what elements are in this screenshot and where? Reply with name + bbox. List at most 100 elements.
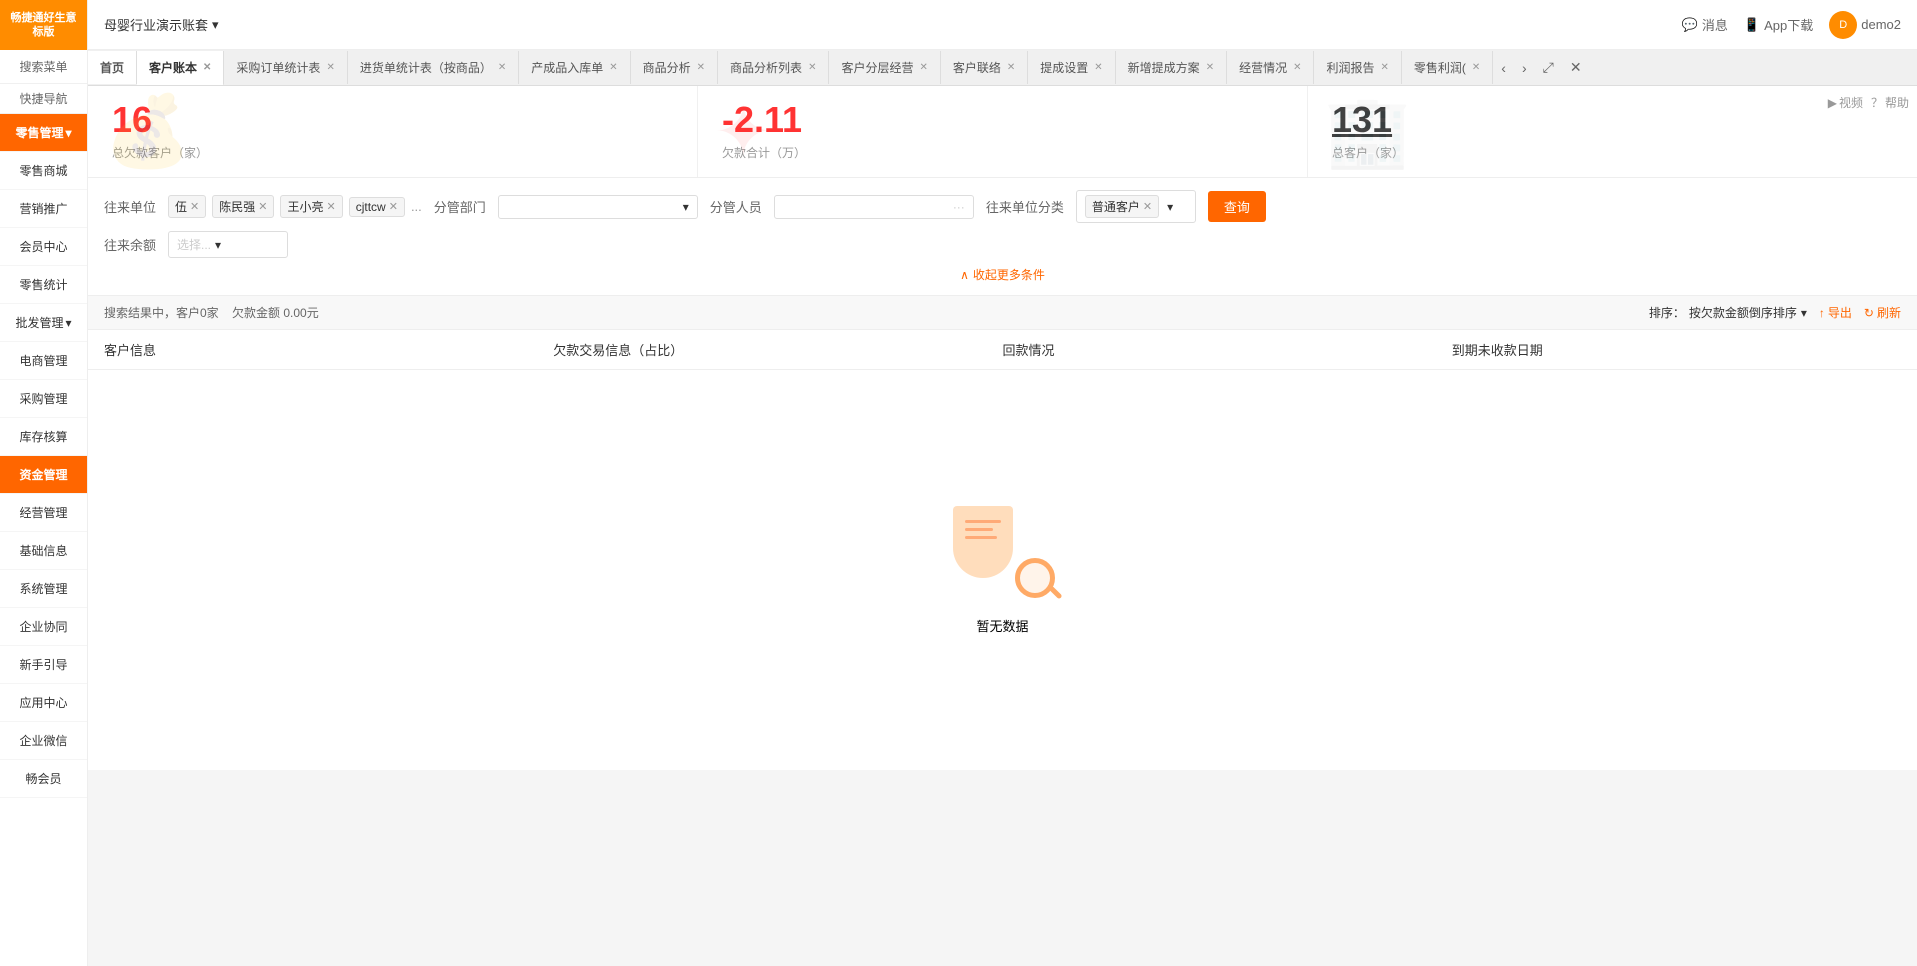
tab-instock[interactable]: 进货单统计表（按商品） ✕: [348, 51, 519, 84]
tab-cost-label: 产成品入库单: [531, 59, 603, 76]
sidebar-item-retail-mall[interactable]: 零售商城: [0, 152, 87, 190]
sidebar-item-inventory[interactable]: 库存核算: [0, 418, 87, 456]
tab-close-operations[interactable]: ✕: [1293, 62, 1301, 73]
video-btn[interactable]: ▶ 视频: [1828, 94, 1863, 111]
tab-close-product[interactable]: ✕: [697, 62, 705, 73]
filter-tag-wu[interactable]: 伍 ✕: [168, 195, 206, 218]
tab-close-instock[interactable]: ✕: [498, 62, 506, 73]
sidebar-item-member[interactable]: 会员中心: [0, 228, 87, 266]
tab-operations[interactable]: 经营情况 ✕: [1227, 51, 1314, 84]
balance-arrow: ▾: [215, 238, 221, 252]
tab-customer-mgmt[interactable]: 客户分层经营 ✕: [829, 51, 940, 84]
sidebar-item-new-guide[interactable]: 新手引导: [0, 646, 87, 684]
scroll-line-1: [965, 520, 1001, 523]
tab-promote-settings[interactable]: 提成设置 ✕: [1028, 51, 1115, 84]
tab-customer-contact[interactable]: 客户联络 ✕: [941, 51, 1028, 84]
sidebar-label-finance: 资金管理: [4, 466, 83, 483]
tab-close-contact[interactable]: ✕: [1007, 62, 1015, 73]
sidebar-item-enterprise[interactable]: 企业协同: [0, 608, 87, 646]
unit-class-select[interactable]: 普通客户 ✕ ▾: [1076, 190, 1196, 223]
collapse-button[interactable]: ∧ 收起更多条件: [104, 266, 1901, 283]
sidebar-item-retail-mgmt[interactable]: 零售管理 ▾: [0, 114, 87, 152]
sidebar-item-vip[interactable]: 畅会员: [0, 760, 87, 798]
scroll-line-3: [965, 536, 997, 539]
filter-more-tags[interactable]: ...: [411, 199, 422, 214]
filter-tag-cjttcw[interactable]: cjttcw ✕: [349, 197, 405, 217]
tab-product-list[interactable]: 商品分析列表 ✕: [718, 51, 829, 84]
balance-select[interactable]: 选择... ▾: [168, 231, 288, 258]
sidebar-item-basic-info[interactable]: 基础信息: [0, 532, 87, 570]
dept-select[interactable]: ▾: [498, 195, 698, 219]
unit-class-tag-close[interactable]: ✕: [1143, 200, 1152, 213]
query-button[interactable]: 查询: [1208, 191, 1266, 222]
sidebar-item-ecommerce[interactable]: 电商管理: [0, 342, 87, 380]
tab-expand-btn[interactable]: ⤢: [1535, 55, 1562, 80]
sidebar-item-purchase[interactable]: 采购管理: [0, 380, 87, 418]
result-count: 搜索结果中，客户0家: [104, 306, 219, 320]
stat-bg-icon-2: ✦: [714, 91, 773, 173]
tab-retail-profit[interactable]: 零售利润( ✕: [1402, 51, 1493, 84]
table-header: 客户信息 欠款交易信息（占比） 回款情况 到期未收款日期: [88, 330, 1917, 370]
tab-cost-instock[interactable]: 产成品入库单 ✕: [519, 51, 630, 84]
tab-prev-btn[interactable]: ‹: [1493, 56, 1514, 80]
tab-close-promote[interactable]: ✕: [1094, 62, 1102, 73]
tab-product-analysis[interactable]: 商品分析 ✕: [631, 51, 718, 84]
collapse-icon: ∧: [960, 268, 969, 282]
messages-btn[interactable]: 💬 消息: [1682, 15, 1728, 34]
help-btn[interactable]: ？ 帮助: [1871, 94, 1909, 111]
refresh-button[interactable]: ↻ 刷新: [1864, 304, 1901, 321]
tab-close-new-promote[interactable]: ✕: [1206, 62, 1214, 73]
tab-close-purchase[interactable]: ✕: [326, 62, 334, 73]
sort-arrow-icon: ▾: [1801, 306, 1807, 320]
tab-close-customer[interactable]: ✕: [919, 62, 927, 73]
tag-label-wu: 伍: [175, 198, 187, 215]
sidebar-item-system[interactable]: 系统管理: [0, 570, 87, 608]
sidebar-item-marketing[interactable]: 营销推广: [0, 190, 87, 228]
sidebar-item-operations[interactable]: 经营管理: [0, 494, 87, 532]
user-profile[interactable]: D demo2: [1829, 11, 1901, 39]
tab-new-promote[interactable]: 新增提成方案 ✕: [1116, 51, 1227, 84]
refresh-label: 刷新: [1877, 304, 1901, 321]
account-dropdown[interactable]: 母婴行业演示账套 ▾: [104, 15, 219, 34]
export-button[interactable]: ↑ 导出: [1819, 304, 1852, 321]
sidebar-item-retail-stats[interactable]: 零售统计: [0, 266, 87, 304]
tab-next-btn[interactable]: ›: [1514, 56, 1535, 80]
tag-close-wang[interactable]: ✕: [327, 200, 336, 213]
tab-close-account[interactable]: ✕: [203, 62, 211, 73]
sort-selector[interactable]: 排序： 按欠款金额倒序排序 ▾: [1649, 304, 1807, 321]
filter-tag-chen[interactable]: 陈民强 ✕: [212, 195, 274, 218]
sidebar-item-finance[interactable]: 资金管理: [0, 456, 87, 494]
unit-label: 往来单位: [104, 197, 156, 216]
tab-purchase-order[interactable]: 采购订单统计表 ✕: [224, 51, 347, 84]
tab-close-profit[interactable]: ✕: [1381, 62, 1389, 73]
sidebar-item-app-center[interactable]: 应用中心: [0, 684, 87, 722]
tab-close-cost[interactable]: ✕: [609, 62, 617, 73]
tab-home[interactable]: 首页: [88, 51, 137, 84]
filter-row-2: 往来余额 选择... ▾: [104, 231, 1901, 258]
tag-close-wu[interactable]: ✕: [190, 200, 199, 213]
sidebar-label-retail-mgmt: 零售管理: [15, 124, 63, 141]
sidebar-item-quick-nav[interactable]: 快捷导航: [0, 84, 87, 114]
tab-account[interactable]: 客户账本 ✕: [137, 51, 224, 86]
tab-close-retail[interactable]: ✕: [1472, 62, 1480, 73]
sidebar-label-basic-info: 基础信息: [4, 542, 83, 559]
sidebar-item-search[interactable]: 搜索菜单: [0, 50, 87, 84]
unit-class-tag-label: 普通客户: [1092, 198, 1140, 215]
magnifier-handle: [1048, 585, 1062, 599]
stat-total-customers: 🏢 131 总客户（家） ▶ 视频 ？ 帮助: [1308, 86, 1917, 177]
empty-text: 暂无数据: [976, 616, 1028, 635]
app-download-btn[interactable]: 📱 App下载: [1744, 15, 1813, 34]
sidebar-item-enterprise-wechat[interactable]: 企业微信: [0, 722, 87, 760]
tag-close-chen[interactable]: ✕: [258, 200, 267, 213]
tag-close-cjttcw[interactable]: ✕: [389, 200, 398, 213]
tab-profit-report[interactable]: 利润报告 ✕: [1314, 51, 1401, 84]
tab-close-all-btn[interactable]: ✕: [1562, 55, 1590, 80]
sidebar-item-wholesale[interactable]: 批发管理 ▾: [0, 304, 87, 342]
col-customer-info: 客户信息: [104, 340, 553, 359]
unit-class-label: 往来单位分类: [986, 197, 1064, 216]
tab-close-product-list[interactable]: ✕: [808, 62, 816, 73]
person-select[interactable]: ···: [774, 195, 974, 219]
question-icon: ？: [1871, 94, 1883, 111]
filter-tag-wang[interactable]: 王小亮 ✕: [280, 195, 342, 218]
col-debt-info: 欠款交易信息（占比）: [553, 340, 1002, 359]
